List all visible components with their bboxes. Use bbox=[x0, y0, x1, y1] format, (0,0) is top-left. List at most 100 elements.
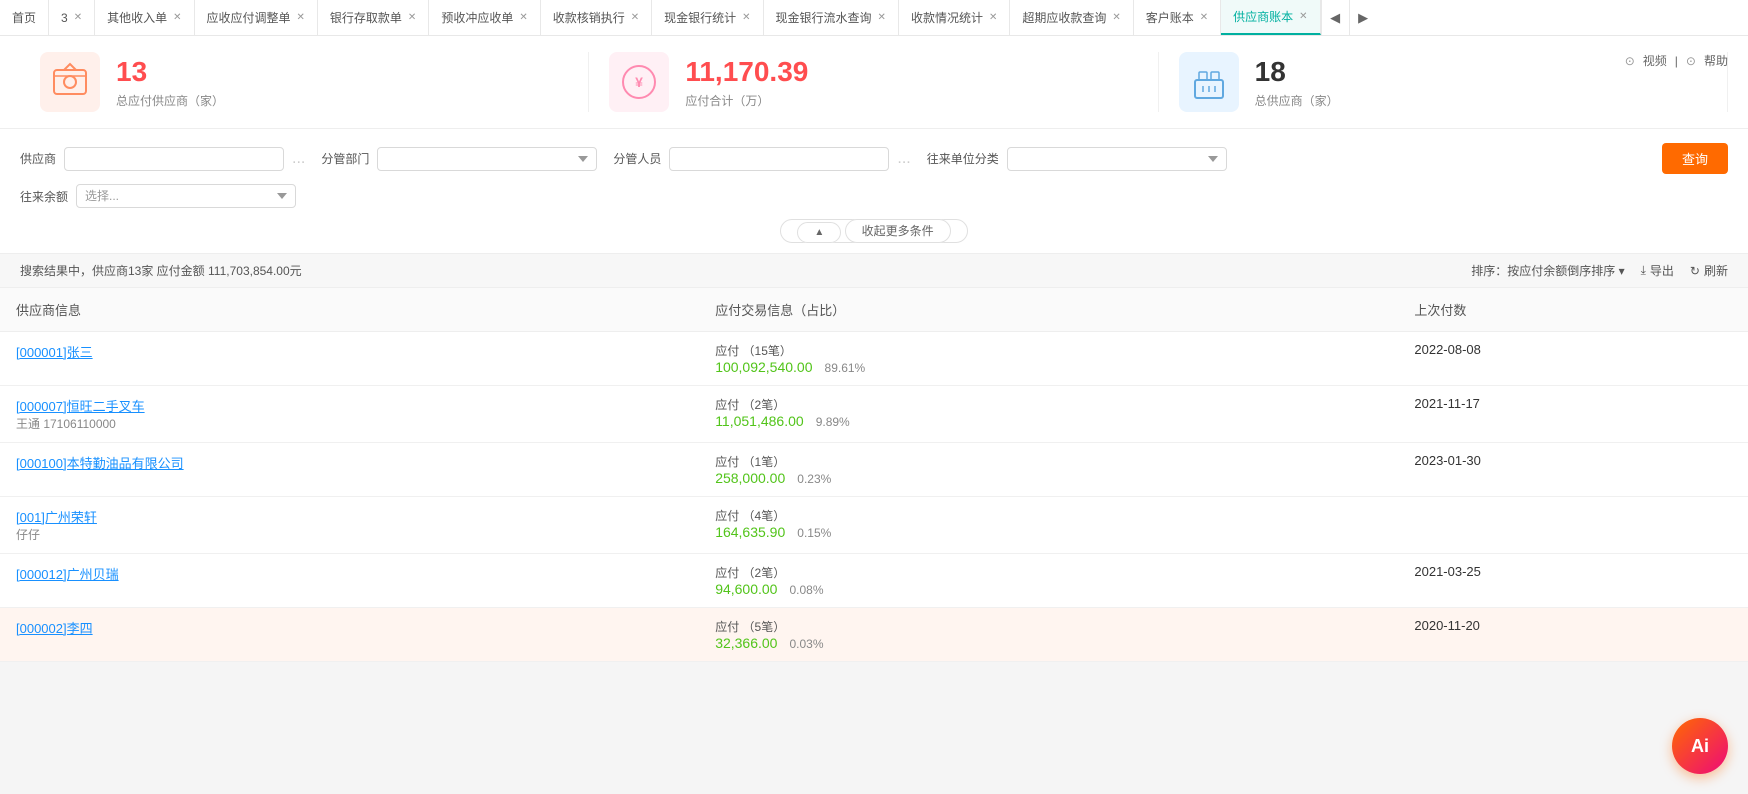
close-icon[interactable]: ✕ bbox=[989, 12, 997, 23]
nav-tab-bank-deposit[interactable]: 银行存取款单 ✕ bbox=[318, 0, 429, 35]
summary-text-ap-amount: 11,170.39 应付合计（万） bbox=[685, 55, 808, 110]
filter-item-person: 分管人员 ... bbox=[613, 147, 910, 171]
supplier-input[interactable] bbox=[64, 147, 284, 171]
result-info: 搜索结果中，供应商13家 应付金额 111,703,854.00元 bbox=[20, 262, 302, 279]
nav-tab-ar-ap-adjust[interactable]: 应收应付调整单 ✕ bbox=[195, 0, 318, 35]
last-payment-cell: 2021-03-25 bbox=[1398, 554, 1748, 608]
top-right-links: ⊙ 视频 | ⊙ 帮助 bbox=[1625, 52, 1728, 69]
tx-amount-row: 11,051,486.009.89% bbox=[715, 413, 1382, 429]
amount-value: 94,600.00 bbox=[715, 581, 777, 597]
close-icon[interactable]: ✕ bbox=[1299, 11, 1307, 22]
supplier-link[interactable]: [000001]张三 bbox=[16, 342, 683, 361]
close-icon[interactable]: ✕ bbox=[1200, 12, 1208, 23]
nav-tab-other-income[interactable]: 其他收入单 ✕ bbox=[95, 0, 194, 35]
amount-value: 11,051,486.00 bbox=[715, 413, 804, 429]
nav-tab-prepay-offset-label: 预收冲应收单 bbox=[441, 9, 513, 26]
help-link[interactable]: 帮助 bbox=[1704, 52, 1728, 69]
nav-tab-supplier-book[interactable]: 供应商账本 ✕ bbox=[1221, 0, 1320, 35]
supplier-info-cell: [000100]本特勤油品有限公司 bbox=[0, 443, 699, 497]
close-icon[interactable]: ✕ bbox=[74, 12, 82, 23]
result-actions: 排序：按应付余额倒序排序 ▾ ⤓ 导出 ↻ 刷新 bbox=[1471, 262, 1728, 279]
nav-tab-ar-ap-adjust-label: 应收应付调整单 bbox=[207, 9, 291, 26]
ap-tx-cell: 应付 （1笔）258,000.000.23% bbox=[699, 443, 1398, 497]
nav-arrow-left[interactable]: ◀ bbox=[1321, 0, 1349, 36]
person-dots[interactable]: ... bbox=[897, 150, 910, 168]
chevron-down-icon: ▾ bbox=[1619, 264, 1625, 278]
nav-tab-customer-book[interactable]: 客户账本 ✕ bbox=[1134, 0, 1221, 35]
close-icon[interactable]: ✕ bbox=[631, 12, 639, 23]
summary-bar: 13 总应付供应商（家） ¥ 11,170.39 应付合计（万） bbox=[0, 36, 1748, 129]
balance-select[interactable]: 选择... bbox=[76, 184, 296, 208]
supplier-table: 供应商信息 应付交易信息（占比） 上次付数 [000001]张三应付 （15笔）… bbox=[0, 288, 1748, 662]
balance-label: 往来余额 bbox=[20, 188, 68, 205]
supplier-link[interactable]: [000012]广州贝瑞 bbox=[16, 564, 683, 583]
refresh-icon: ↻ bbox=[1690, 264, 1700, 278]
refresh-label: 刷新 bbox=[1704, 262, 1728, 279]
payable-suppliers-label: 总应付供应商（家） bbox=[116, 92, 224, 109]
ai-button[interactable]: Ai bbox=[1672, 718, 1728, 774]
nav-tab-receipt-verify-label: 收款核销执行 bbox=[553, 9, 625, 26]
supplier-dots[interactable]: ... bbox=[292, 150, 305, 168]
table-row: [000007]恒旺二手叉车王通 17106110000应付 （2笔）11,05… bbox=[0, 386, 1748, 443]
unit-class-select[interactable] bbox=[1007, 147, 1227, 171]
export-label: 导出 bbox=[1650, 262, 1674, 279]
unit-class-label: 往来单位分类 bbox=[927, 150, 999, 167]
dept-label: 分管部门 bbox=[321, 150, 369, 167]
query-button[interactable]: 查询 bbox=[1662, 143, 1728, 174]
summary-icon-total-suppliers bbox=[1179, 52, 1239, 112]
supplier-link[interactable]: [000007]恒旺二手叉车 bbox=[16, 396, 683, 415]
tx-label: 应付 （1笔） bbox=[715, 453, 1382, 470]
circle-icon-2: ⊙ bbox=[1686, 54, 1696, 68]
nav-tab-receipt-verify[interactable]: 收款核销执行 ✕ bbox=[541, 0, 652, 35]
close-icon[interactable]: ✕ bbox=[878, 12, 886, 23]
person-input[interactable] bbox=[669, 147, 889, 171]
supplier-link[interactable]: [000002]李四 bbox=[16, 618, 683, 637]
table-row: [000012]广州贝瑞 应付 （2笔）94,600.00 0.08% 2021-03… bbox=[0, 554, 1748, 608]
close-icon[interactable]: ✕ bbox=[297, 12, 305, 23]
nav-tab-3[interactable]: 3 ✕ bbox=[49, 0, 95, 35]
percent-value: 0.08% bbox=[789, 583, 823, 597]
supplier-info-cell: [000007]恒旺二手叉车王通 17106110000 bbox=[0, 386, 699, 443]
close-icon[interactable]: ✕ bbox=[1112, 12, 1120, 23]
summary-item-ap-amount: ¥ 11,170.39 应付合计（万） bbox=[589, 52, 1158, 112]
ap-tx-cell: 应付 （2笔）11,051,486.009.89% bbox=[699, 386, 1398, 443]
circle-icon: ⊙ bbox=[1625, 54, 1635, 68]
filter-item-balance: 往来余额 选择... bbox=[20, 184, 296, 208]
last-payment-cell: 2023-01-30 bbox=[1398, 443, 1748, 497]
summary-text-payable-suppliers: 13 总应付供应商（家） bbox=[116, 55, 224, 110]
nav-tab-3-label: 3 bbox=[61, 11, 68, 25]
tx-label: 应付 （5笔） bbox=[715, 618, 1382, 635]
last-payment-cell bbox=[1398, 497, 1748, 554]
nav-tab-cash-bank-flow[interactable]: 现金银行流水查询 ✕ bbox=[764, 0, 899, 35]
supplier-link[interactable]: [001]广州荣轩 bbox=[16, 507, 683, 526]
summary-item-payable-suppliers: 13 总应付供应商（家） bbox=[20, 52, 589, 112]
supplier-link[interactable]: [000100]本特勤油品有限公司 bbox=[16, 453, 683, 472]
nav-tab-cash-bank-stat[interactable]: 现金银行统计 ✕ bbox=[652, 0, 763, 35]
nav-arrow-right[interactable]: ▶ bbox=[1349, 0, 1377, 36]
refresh-button[interactable]: ↻ 刷新 bbox=[1690, 262, 1728, 279]
nav-tab-prepay-offset[interactable]: 预收冲应收单 ✕ bbox=[429, 0, 540, 35]
close-icon[interactable]: ✕ bbox=[519, 12, 527, 23]
collapse-bar[interactable]: ▲ 收起更多条件 bbox=[20, 218, 1728, 243]
payable-suppliers-value: 13 bbox=[116, 55, 224, 89]
dept-select[interactable] bbox=[377, 147, 597, 171]
amount-value: 258,000.00 bbox=[715, 470, 785, 486]
nav-tab-other-income-label: 其他收入单 bbox=[107, 9, 167, 26]
video-link[interactable]: 视频 bbox=[1643, 52, 1667, 69]
tx-amount-row: 164,635.900.15% bbox=[715, 524, 1382, 540]
nav-tab-overdue-query[interactable]: 超期应收款查询 ✕ bbox=[1010, 0, 1133, 35]
nav-tab-home[interactable]: 首页 bbox=[0, 0, 49, 35]
close-icon[interactable]: ✕ bbox=[173, 12, 181, 23]
export-button[interactable]: ⤓ 导出 bbox=[1641, 262, 1674, 279]
last-payment-cell: 2021-11-17 bbox=[1398, 386, 1748, 443]
nav-tab-receipt-stat[interactable]: 收款情况统计 ✕ bbox=[899, 0, 1010, 35]
col-supplier-info: 供应商信息 bbox=[0, 288, 699, 332]
nav-tab-cash-bank-stat-label: 现金银行统计 bbox=[664, 9, 736, 26]
supplier-info-cell: [001]广州荣轩仔仔 bbox=[0, 497, 699, 554]
tx-label: 应付 （2笔） bbox=[715, 564, 1382, 581]
sort-button[interactable]: 排序：按应付余额倒序排序 ▾ bbox=[1471, 262, 1624, 279]
close-icon[interactable]: ✕ bbox=[742, 12, 750, 23]
top-nav: 首页 3 ✕ 其他收入单 ✕ 应收应付调整单 ✕ 银行存取款单 ✕ 预收冲应收单… bbox=[0, 0, 1748, 36]
table-row: [001]广州荣轩仔仔应付 （4笔）164,635.900.15% bbox=[0, 497, 1748, 554]
close-icon[interactable]: ✕ bbox=[408, 12, 416, 23]
